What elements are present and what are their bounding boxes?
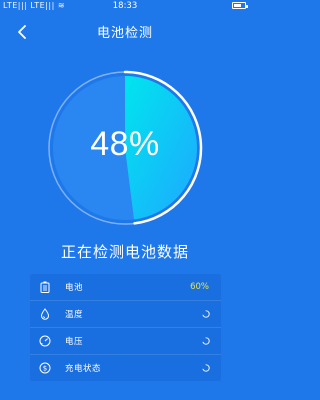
status-battery-icon [232,2,248,9]
header: 电池检测 [0,18,250,46]
svg-text:$: $ [43,365,47,373]
detection-status-text: 正在检测电池数据 [60,243,189,261]
voltage-gauge-icon [39,335,51,347]
status-icons [232,2,248,9]
loading-spinner-icon [202,364,210,372]
battery-level-gauge: 48% [47,70,203,226]
page-title: 电池检测 [96,26,153,41]
list-item-label: 电池 [65,283,84,293]
list-item-temperature: 温度 [30,301,221,328]
list-item-voltage: 电压 [30,328,221,355]
battery-percent: 48% [90,125,160,163]
loading-spinner-icon [202,337,210,345]
temperature-drop-icon [39,308,51,320]
status-time: 18:33 [112,1,138,11]
status-bar: LTE||| LTE||| ≋ 18:33 [0,0,250,14]
charging-status-icon: $ [39,362,51,374]
list-item-battery: 电池 60% [30,274,221,301]
list-item-label: 充电状态 [65,364,102,374]
list-item-label: 电压 [65,337,84,347]
list-item-label: 温度 [65,310,84,320]
battery-value: 60% [190,282,209,292]
battery-icon [39,281,51,293]
list-item-charging-status: $ 充电状态 [30,355,221,381]
loading-spinner-icon [202,310,210,318]
check-list: 电池 60% 温度 电压 $ 充电状态 [30,274,221,381]
